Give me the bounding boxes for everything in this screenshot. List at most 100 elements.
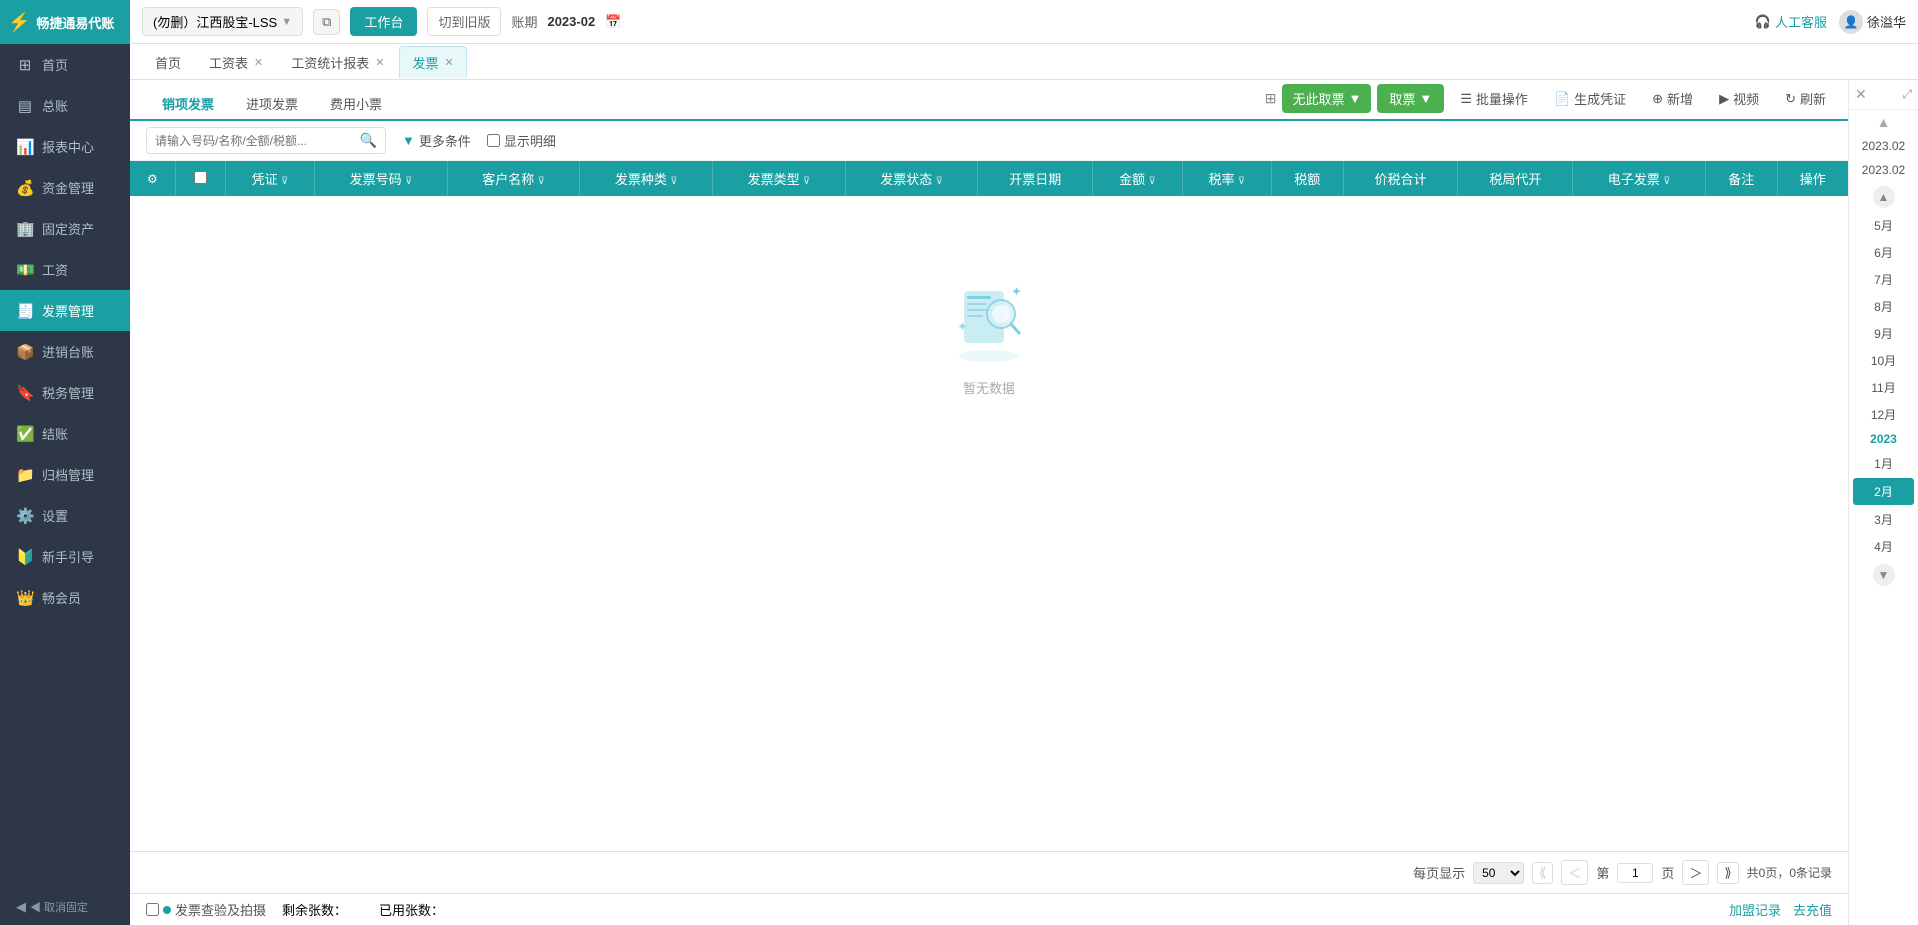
- col-status-sort[interactable]: ⊽: [936, 176, 943, 187]
- tab-home[interactable]: 首页: [142, 46, 194, 78]
- select-all-checkbox[interactable]: [194, 171, 207, 184]
- sub-tab-sales-label: 销项发票: [162, 97, 214, 112]
- col-settings[interactable]: ⚙: [130, 161, 175, 196]
- period-2023-02-top[interactable]: 2023.02: [1849, 134, 1918, 158]
- month-5[interactable]: 5月: [1849, 212, 1918, 239]
- customer-service-btn[interactable]: 🎧 人工客服: [1755, 12, 1827, 31]
- sidebar-item-sales[interactable]: 📦 进销台账: [0, 331, 130, 372]
- sub-tab-purchase[interactable]: 进项发票: [230, 88, 314, 121]
- sidebar-item-payroll[interactable]: 💵 工资: [0, 249, 130, 290]
- col-tax-label: 税额: [1294, 172, 1320, 187]
- tab-payroll-close[interactable]: ✕: [254, 56, 263, 69]
- sidebar-item-funds[interactable]: 💰 资金管理: [0, 167, 130, 208]
- next-page-btn[interactable]: ＞: [1682, 860, 1709, 885]
- tab-invoice-close[interactable]: ✕: [445, 56, 454, 69]
- sidebar: ⚡ 畅捷通易代账 ⊞ 首页 ▤ 总账 📊 报表中心 💰 资金管理 🏢 固定资产 …: [0, 0, 130, 925]
- no-invoice-btn[interactable]: 无此取票 ▼: [1282, 84, 1371, 113]
- month-8[interactable]: 8月: [1849, 293, 1918, 320]
- more-filter-btn[interactable]: ▼ 更多条件: [394, 127, 479, 154]
- sidebar-item-home[interactable]: ⊞ 首页: [0, 44, 130, 85]
- close-panel-icon[interactable]: ✕: [1855, 86, 1867, 103]
- scroll-circle-up[interactable]: ▲: [1873, 186, 1895, 208]
- col-actions-label: 操作: [1800, 172, 1826, 187]
- col-amount-sort[interactable]: ⊽: [1148, 176, 1155, 187]
- tab-payroll[interactable]: 工资表 ✕: [196, 46, 276, 78]
- col-taxrate-sort[interactable]: ⊽: [1238, 176, 1245, 187]
- month-9[interactable]: 9月: [1849, 320, 1918, 347]
- col-category-sort[interactable]: ⊽: [803, 176, 810, 187]
- page-input[interactable]: [1617, 863, 1653, 883]
- display-detail-check[interactable]: 显示明细: [487, 131, 556, 150]
- first-page-btn[interactable]: ⟪: [1532, 862, 1553, 884]
- sidebar-label-payroll: 工资: [42, 260, 68, 279]
- col-einvoice-sort[interactable]: ⊽: [1663, 176, 1670, 187]
- col-checkbox[interactable]: [175, 161, 225, 196]
- last-page-btn[interactable]: ⟫: [1717, 862, 1738, 884]
- used-label: 已用张数：: [379, 900, 444, 919]
- col-type-sort[interactable]: ⊽: [670, 176, 677, 187]
- col-invoice-no-sort[interactable]: ⊽: [405, 176, 412, 187]
- sidebar-item-guide[interactable]: 🔰 新手引导: [0, 536, 130, 577]
- month-6[interactable]: 6月: [1849, 239, 1918, 266]
- funds-icon: 💰: [16, 179, 34, 197]
- sidebar-item-archive[interactable]: 📁 归档管理: [0, 454, 130, 495]
- month-4-2023[interactable]: 4月: [1849, 533, 1918, 560]
- search-input[interactable]: [155, 134, 354, 148]
- sidebar-item-member[interactable]: 👑 畅会员: [0, 577, 130, 618]
- tab-payroll-stat[interactable]: 工资统计报表 ✕: [278, 46, 397, 78]
- unpin-sidebar-btn[interactable]: ◀ ◀ 取消固定: [0, 889, 130, 925]
- right-panel: ✕ ⤢ ▲ 2023.02 2023.02 ▲ 5月 6月 7月 8月 9月 1…: [1848, 80, 1918, 925]
- logo-text: 畅捷通易代账: [36, 13, 114, 32]
- batch-ops-btn[interactable]: ☰ 批量操作: [1450, 84, 1538, 113]
- home-icon: ⊞: [16, 56, 34, 74]
- take-btn[interactable]: 取票 ▼: [1377, 84, 1444, 113]
- video-btn[interactable]: ▶ 视频: [1709, 84, 1769, 113]
- month-11[interactable]: 11月: [1849, 374, 1918, 401]
- archive-icon: 📁: [16, 466, 34, 484]
- company-selector[interactable]: (勿删）江西股宝-LSS ▼: [142, 7, 303, 36]
- col-customer-sort[interactable]: ⊽: [538, 176, 545, 187]
- sidebar-item-settings[interactable]: ⚙️ 设置: [0, 495, 130, 536]
- sidebar-item-ledger[interactable]: ▤ 总账: [0, 85, 130, 126]
- svg-text:✦: ✦: [1011, 284, 1022, 299]
- prev-page-btn[interactable]: ＜: [1561, 860, 1588, 885]
- col-voucher-sort[interactable]: ⊽: [281, 176, 288, 187]
- tab-invoice[interactable]: 发票 ✕: [399, 46, 466, 78]
- workbench-btn[interactable]: 工作台: [350, 7, 417, 36]
- month-12[interactable]: 12月: [1849, 401, 1918, 428]
- month-10[interactable]: 10月: [1849, 347, 1918, 374]
- new-invoice-btn[interactable]: ⊕ 新增: [1642, 84, 1703, 113]
- sidebar-item-close[interactable]: ✅ 结账: [0, 413, 130, 454]
- sidebar-label-member: 畅会员: [42, 588, 81, 607]
- month-2-2023[interactable]: 2月: [1853, 478, 1914, 505]
- take-label: 取票: [1389, 89, 1415, 108]
- refresh-btn[interactable]: ↻ 刷新: [1775, 84, 1836, 113]
- period-value: 2023-02: [547, 14, 595, 29]
- sidebar-item-invoice[interactable]: 🧾 发票管理: [0, 290, 130, 331]
- sub-tab-expense[interactable]: 费用小票: [314, 88, 398, 121]
- scroll-circle-down[interactable]: ▼: [1873, 564, 1895, 586]
- month-3-2023[interactable]: 3月: [1849, 506, 1918, 533]
- user-info[interactable]: 👤 徐溢华: [1839, 10, 1906, 34]
- generate-voucher-label: 生成凭证: [1574, 89, 1626, 108]
- period-2023-02-dup[interactable]: 2023.02: [1849, 158, 1918, 182]
- scroll-up-icon[interactable]: ▲: [1849, 110, 1918, 134]
- switch-old-btn[interactable]: 切到旧版: [427, 7, 501, 36]
- expand-panel-icon[interactable]: ⤢: [1902, 87, 1912, 102]
- copy-company-btn[interactable]: ⧉: [313, 9, 340, 35]
- display-detail-checkbox[interactable]: [487, 134, 500, 147]
- sub-tab-sales[interactable]: 销项发票: [146, 88, 230, 121]
- month-7[interactable]: 7月: [1849, 266, 1918, 293]
- month-1-2023[interactable]: 1月: [1849, 450, 1918, 477]
- sidebar-item-reports[interactable]: 📊 报表中心: [0, 126, 130, 167]
- recharge-link[interactable]: 去充值: [1793, 900, 1832, 919]
- sidebar-item-assets[interactable]: 🏢 固定资产: [0, 208, 130, 249]
- columns-icon[interactable]: ⊞: [1265, 90, 1277, 107]
- sidebar-item-tax[interactable]: 🔖 税务管理: [0, 372, 130, 413]
- tab-payroll-stat-close[interactable]: ✕: [375, 56, 384, 69]
- generate-voucher-btn[interactable]: 📄 生成凭证: [1544, 84, 1636, 113]
- check-verify-checkbox[interactable]: [146, 903, 159, 916]
- page-size-select[interactable]: 50 20 100: [1473, 862, 1524, 884]
- period-calendar-icon[interactable]: 📅: [605, 14, 621, 30]
- join-record-link[interactable]: 加盟记录: [1729, 900, 1781, 919]
